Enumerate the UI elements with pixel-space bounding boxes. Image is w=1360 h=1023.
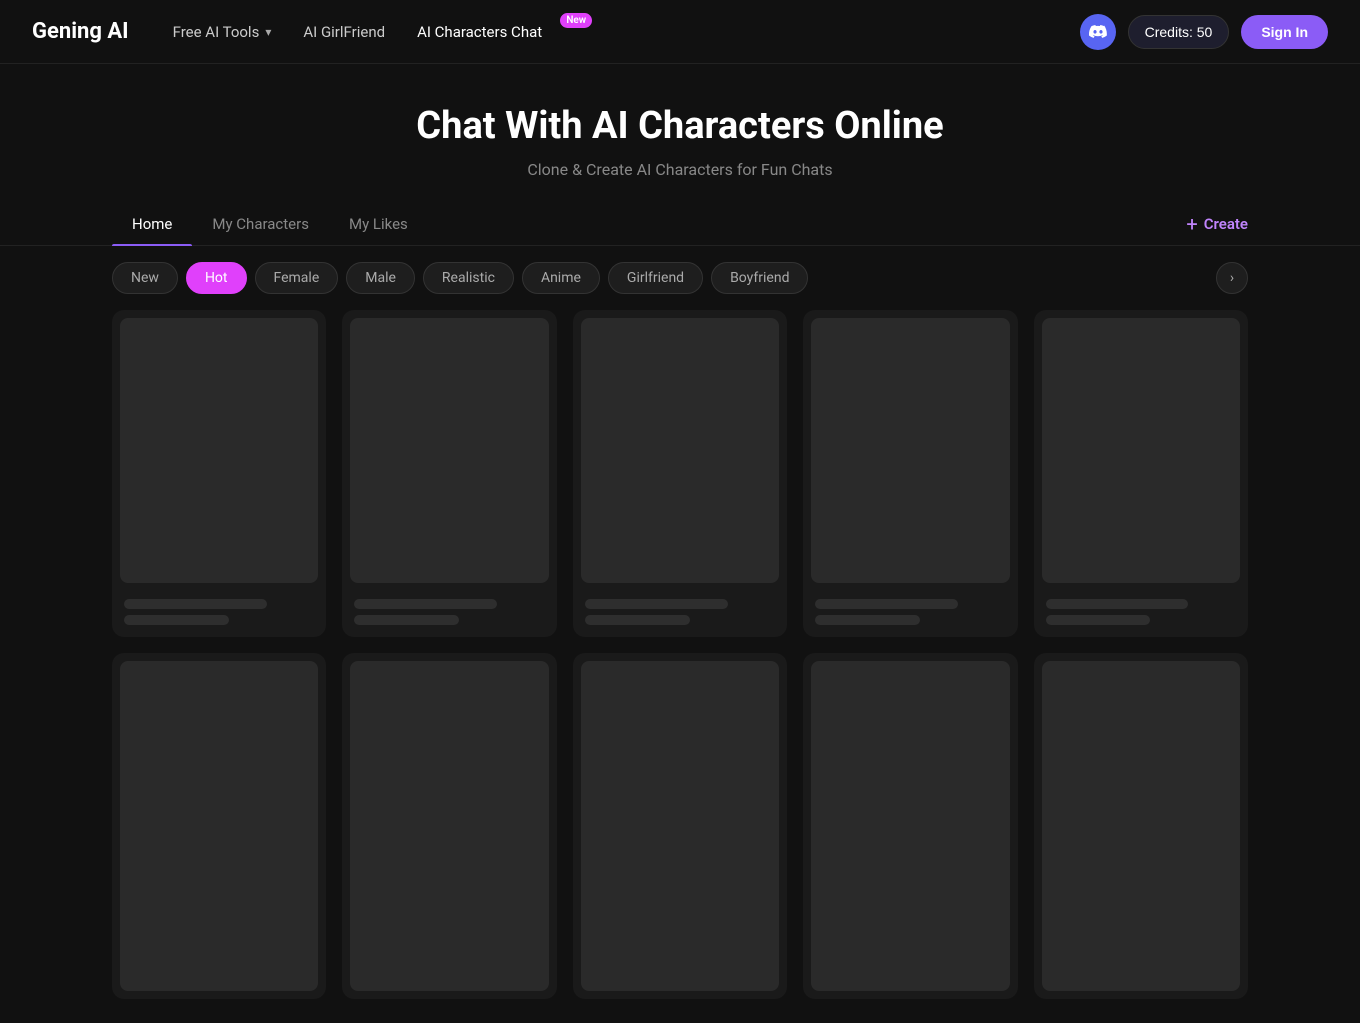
card-image-skeleton (120, 661, 318, 992)
header-right: Credits: 50 Sign In (1080, 14, 1328, 50)
tab-my-characters[interactable]: My Characters (192, 203, 329, 245)
hero-section: Chat With AI Characters Online Clone & C… (0, 64, 1360, 203)
card-info (803, 591, 1017, 637)
logo[interactable]: Gening AI (32, 19, 129, 44)
card-image-skeleton (581, 318, 779, 583)
nav-ai-girlfriend-label: AI GirlFriend (303, 23, 385, 41)
card-info (573, 591, 787, 637)
card-image-skeleton (1042, 661, 1240, 992)
card-4[interactable] (803, 310, 1017, 637)
skeleton-subtitle (124, 615, 229, 625)
filter-new[interactable]: New (112, 262, 178, 294)
card-5[interactable] (1034, 310, 1248, 637)
tabs-bar: Home My Characters My Likes + Create (0, 203, 1360, 246)
card-image-skeleton (811, 318, 1009, 583)
cards-grid (0, 310, 1360, 1023)
create-plus-icon: + (1186, 212, 1197, 236)
filter-hot[interactable]: Hot (186, 262, 247, 294)
chevron-down-icon: ▾ (265, 25, 271, 39)
filter-anime[interactable]: Anime (522, 262, 600, 294)
nav-ai-characters-chat-label: AI Characters Chat (417, 23, 542, 41)
hero-subtitle: Clone & Create AI Characters for Fun Cha… (32, 160, 1328, 179)
card-info (112, 591, 326, 637)
filter-male[interactable]: Male (346, 262, 415, 294)
skeleton-subtitle (1046, 615, 1151, 625)
skeleton-title (585, 599, 728, 609)
skeleton-title (815, 599, 958, 609)
card-2[interactable] (342, 310, 556, 637)
skeleton-title (1046, 599, 1189, 609)
new-badge: New (560, 13, 592, 28)
card-1[interactable] (112, 310, 326, 637)
nav-ai-characters-chat[interactable]: AI Characters Chat New (405, 15, 590, 49)
nav-free-ai-tools[interactable]: Free AI Tools ▾ (161, 15, 284, 49)
tab-my-likes[interactable]: My Likes (329, 203, 428, 245)
skeleton-subtitle (585, 615, 690, 625)
skeleton-title (124, 599, 267, 609)
card-image-skeleton (120, 318, 318, 583)
card-8[interactable] (573, 653, 787, 1000)
filter-female[interactable]: Female (255, 262, 339, 294)
card-image-skeleton (350, 661, 548, 992)
filter-realistic[interactable]: Realistic (423, 262, 514, 294)
card-image-skeleton (350, 318, 548, 583)
skeleton-title (354, 599, 497, 609)
credits-button[interactable]: Credits: 50 (1128, 15, 1230, 49)
card-info (1034, 591, 1248, 637)
create-label: Create (1204, 215, 1248, 233)
nav-ai-girlfriend[interactable]: AI GirlFriend (291, 15, 397, 49)
card-image-skeleton (811, 661, 1009, 992)
card-7[interactable] (342, 653, 556, 1000)
nav-free-ai-tools-label: Free AI Tools (173, 23, 260, 41)
card-3[interactable] (573, 310, 787, 637)
card-image-skeleton (1042, 318, 1240, 583)
card-9[interactable] (803, 653, 1017, 1000)
signin-button[interactable]: Sign In (1241, 15, 1328, 49)
filter-boyfriend[interactable]: Boyfriend (711, 262, 808, 294)
card-info (342, 591, 556, 637)
card-10[interactable] (1034, 653, 1248, 1000)
discord-button[interactable] (1080, 14, 1116, 50)
skeleton-subtitle (354, 615, 459, 625)
card-image-skeleton (581, 661, 779, 992)
hero-title: Chat With AI Characters Online (32, 104, 1328, 148)
filter-scroll-right[interactable]: › (1216, 262, 1248, 294)
main-nav: Free AI Tools ▾ AI GirlFriend AI Charact… (161, 15, 1080, 49)
create-button[interactable]: + Create (1186, 204, 1248, 244)
discord-icon (1089, 25, 1107, 39)
skeleton-subtitle (815, 615, 920, 625)
tab-home[interactable]: Home (112, 203, 192, 245)
filter-pills: New Hot Female Male Realistic Anime Girl… (0, 246, 1360, 310)
filter-girlfriend[interactable]: Girlfriend (608, 262, 703, 294)
card-6[interactable] (112, 653, 326, 1000)
